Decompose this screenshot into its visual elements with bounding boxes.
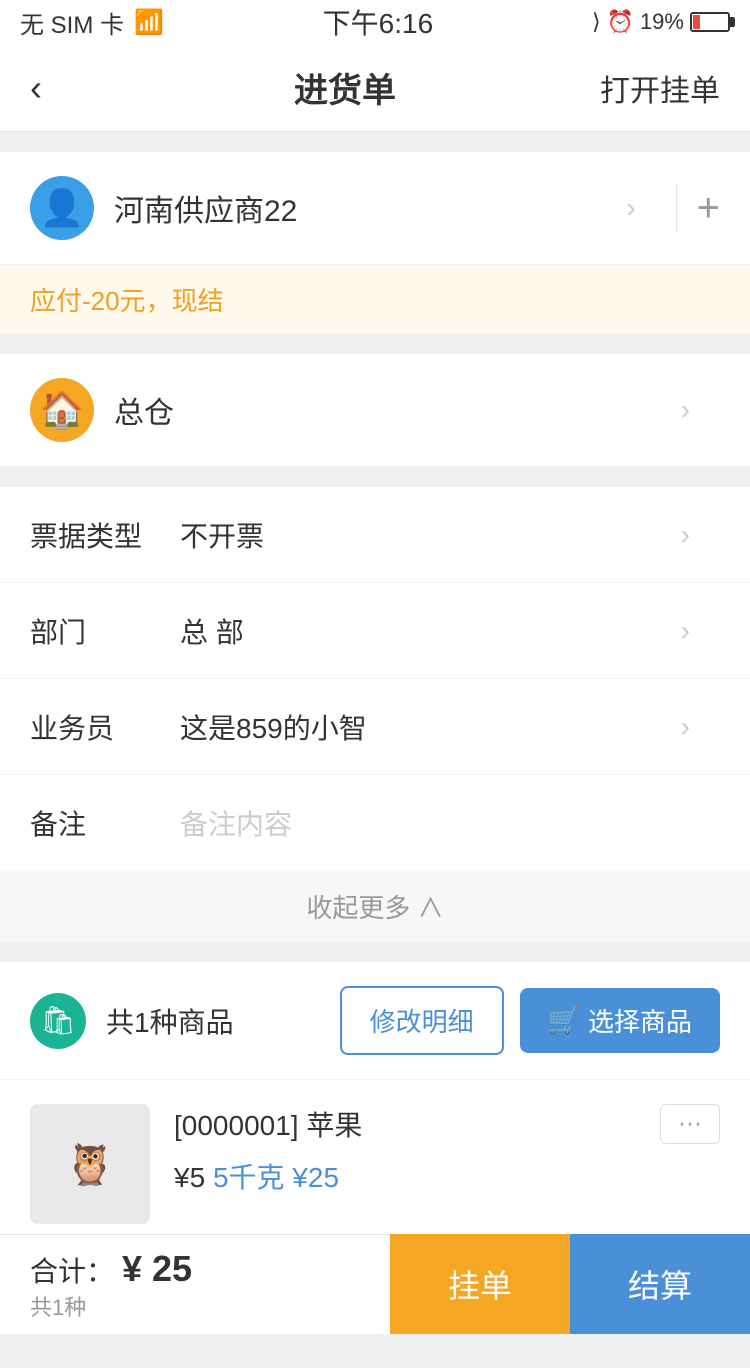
battery-percent: 19% [640,9,684,35]
product-price: ¥5 5千克 ¥25 [174,1156,660,1196]
invoice-row[interactable]: 票据类型 不开票 › [0,486,750,582]
cart-icon: 🛍 [40,1004,76,1037]
product-title: 苹果 [306,1110,362,1141]
more-options-button[interactable]: ··· [660,1104,720,1144]
supplier-name: 河南供应商22 [114,186,626,230]
total-line: 合计： ¥ 25 [30,1248,360,1290]
warehouse-section: 🏠 总仓 › [0,354,750,466]
status-bar: 无 SIM 卡 📶 下午6:16 ⟩ ⏰ 19% [0,0,750,44]
supplier-row[interactable]: 👤 河南供应商22 › + [0,152,750,265]
remark-input[interactable]: 备注内容 [160,803,720,843]
footer: 合计： ¥ 25 共1种 挂单 结算 [0,1234,750,1334]
product-name: [0000001] 苹果 [174,1104,660,1144]
product-thumbnail: 🦉 [30,1104,150,1224]
form-section: 票据类型 不开票 › 部门 总 部 › 业务员 这是859的小智 › 备注 备注… [0,486,750,870]
footer-total: 合计： ¥ 25 共1种 [0,1234,390,1334]
carrier-text: 无 SIM 卡 [20,5,124,40]
unit-price: ¥5 [174,1162,205,1193]
status-left: 无 SIM 卡 📶 [20,5,164,40]
warehouse-icon: 🏠 [30,378,94,442]
total-amount: ¥ 25 [122,1248,192,1290]
product-info: [0000001] 苹果 ¥5 5千克 ¥25 [174,1104,660,1196]
sales-row[interactable]: 业务员 这是859的小智 › [0,678,750,774]
battery-icon [690,12,730,32]
add-button[interactable]: + [697,188,720,228]
owl-logo-icon: 🦉 [50,1124,130,1204]
status-time: 下午6:16 [323,2,434,42]
page-title: 进货单 [294,63,396,112]
select-product-button[interactable]: 🛒 选择商品 [520,988,720,1053]
alarm-icon: ⏰ [607,9,634,35]
location-icon: ⟩ [592,9,601,35]
product-count: 共1种商品 [106,1001,340,1041]
checkout-button[interactable]: 结算 [570,1234,750,1334]
warehouse-name: 总仓 [114,388,681,432]
product-icon: 🛍 [30,993,86,1049]
divider [676,183,677,233]
nav-bar: ‹ 进货单 打开挂单 [0,44,750,132]
invoice-label: 票据类型 [30,515,160,555]
supplier-section: 👤 河南供应商22 › + 应付-20元，现结 [0,152,750,334]
edit-detail-button[interactable]: 修改明细 [340,986,504,1055]
pending-button[interactable]: 挂单 [390,1234,570,1334]
invoice-chevron-icon: › [681,519,690,551]
status-right: ⟩ ⏰ 19% [592,9,730,35]
product-code: [0000001] [174,1110,299,1141]
remark-label: 备注 [30,803,160,843]
avatar-icon: 👤 [40,187,85,229]
product-section-header: 🛍 共1种商品 修改明细 🛒 选择商品 [0,942,750,1079]
gap-3 [0,466,750,486]
wifi-icon: 📶 [134,8,164,37]
product-item: 🦉 [0000001] 苹果 ¥5 5千克 ¥25 ··· [0,1079,750,1248]
total-label: 合计： [30,1250,114,1290]
supplier-chevron-icon: › [626,192,635,224]
sales-chevron-icon: › [681,711,690,743]
sales-value: 这是859的小智 [160,707,681,747]
select-product-cart-icon: 🛒 [548,1005,580,1036]
collapse-bar[interactable]: 收起更多 ∧ [0,870,750,942]
invoice-value: 不开票 [160,515,681,555]
notice-bar: 应付-20元，现结 [0,265,750,334]
supplier-avatar: 👤 [30,176,94,240]
subtotal: ¥25 [292,1162,339,1193]
dept-value: 总 部 [160,611,681,651]
open-pending-button[interactable]: 打开挂单 [600,66,720,110]
sales-label: 业务员 [30,707,160,747]
dept-label: 部门 [30,611,160,651]
remark-row[interactable]: 备注 备注内容 [0,774,750,870]
dept-chevron-icon: › [681,615,690,647]
gap-1 [0,132,750,152]
quantity: 5千克 [213,1162,285,1193]
warehouse-row[interactable]: 🏠 总仓 › [0,354,750,466]
dept-row[interactable]: 部门 总 部 › [0,582,750,678]
qty-label: 共1种 [30,1290,360,1322]
warehouse-chevron-icon: › [681,394,690,426]
gap-2 [0,334,750,354]
back-button[interactable]: ‹ [30,67,90,109]
